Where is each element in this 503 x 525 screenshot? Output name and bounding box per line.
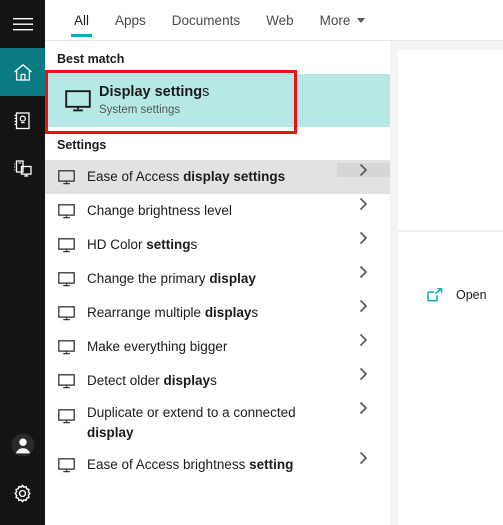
list-item[interactable]: Detect older displays <box>45 364 390 398</box>
list-item-label: HD Color settings <box>87 236 337 254</box>
hamburger-icon <box>12 17 33 32</box>
best-match-title-bold: Display setting <box>99 84 203 100</box>
tab-apps-label: Apps <box>115 12 146 28</box>
best-match-title-rest: s <box>202 84 210 100</box>
search-flyout: All Apps Documents Web More Best match D… <box>0 0 503 525</box>
list-item-label: Ease of Access brightness setting <box>87 456 337 474</box>
tab-all[interactable]: All <box>61 0 102 40</box>
best-match-header: Best match <box>57 52 125 66</box>
tab-web[interactable]: Web <box>253 0 307 40</box>
label-prefix: Change brightness level <box>87 203 232 218</box>
list-item[interactable]: Ease of Access display settings <box>45 160 390 194</box>
tab-more-label: More <box>319 12 351 28</box>
search-filter-tabs: All Apps Documents Web More <box>45 0 503 41</box>
tab-documents-label: Documents <box>171 12 241 28</box>
settings-section-header: Settings <box>57 138 107 152</box>
chevron-right-icon[interactable] <box>337 163 390 177</box>
chevron-right-icon[interactable] <box>337 451 390 465</box>
chevron-down-icon <box>357 17 366 23</box>
list-item-label: Change the primary display <box>87 270 337 288</box>
sidebar-item-notebook[interactable] <box>0 96 45 144</box>
tab-apps[interactable]: Apps <box>102 0 159 40</box>
settings-results-list: Ease of Access display settings Change b… <box>45 160 390 482</box>
best-match-text: Display settings System settings <box>99 83 209 118</box>
label-bold: display <box>209 271 256 286</box>
external-link-icon <box>427 288 443 302</box>
sidebar-item-settings[interactable] <box>0 469 45 517</box>
monitor-icon <box>45 169 87 185</box>
devices-icon <box>12 158 34 179</box>
list-item-label: Detect older displays <box>87 372 337 390</box>
monitor-icon <box>57 89 99 112</box>
account-avatar-icon <box>10 432 36 458</box>
label-bold: setting <box>249 457 294 472</box>
preview-card-actions: Open <box>398 231 503 525</box>
preview-card-top <box>398 50 503 230</box>
list-item-label: Ease of Access display settings <box>87 168 337 186</box>
label-prefix: Change the primary <box>87 271 210 286</box>
list-item[interactable]: Change the primary display <box>45 262 390 296</box>
chevron-right-icon[interactable] <box>337 333 390 347</box>
tab-more[interactable]: More <box>307 0 379 40</box>
preview-panel: Open <box>390 41 503 525</box>
chevron-right-icon[interactable] <box>337 299 390 313</box>
home-icon <box>12 62 34 83</box>
best-match-item-display-settings[interactable]: Display settings System settings <box>45 74 390 127</box>
sidebar-item-hamburger-menu[interactable] <box>0 0 45 48</box>
monitor-icon <box>45 203 87 219</box>
list-item-label: Make everything bigger <box>87 338 337 356</box>
list-item[interactable]: Rearrange multiple displays <box>45 296 390 330</box>
open-action[interactable]: Open <box>398 280 503 310</box>
monitor-icon <box>45 457 87 473</box>
best-match-subtitle: System settings <box>99 104 181 116</box>
label-prefix: Duplicate or extend to a connected <box>87 405 296 420</box>
tab-all-label: All <box>74 12 90 28</box>
chevron-right-icon[interactable] <box>337 231 390 245</box>
list-item[interactable]: Ease of Access brightness setting <box>45 448 390 482</box>
sidebar-item-account[interactable] <box>0 421 45 469</box>
tab-web-label: Web <box>266 12 294 28</box>
chevron-right-icon[interactable] <box>337 265 390 279</box>
sidebar-item-home[interactable] <box>0 48 45 96</box>
chevron-right-icon[interactable] <box>337 401 390 415</box>
sidebar-item-devices[interactable] <box>0 144 45 192</box>
label-bold: display <box>87 425 134 440</box>
monitor-icon <box>45 409 87 424</box>
open-action-label: Open <box>456 288 487 302</box>
left-sidebar <box>0 0 45 525</box>
monitor-icon <box>45 339 87 355</box>
label-prefix: Rearrange multiple <box>87 305 205 320</box>
label-suffix: s <box>251 305 259 320</box>
label-bold: display <box>204 305 252 320</box>
label-prefix: Detect older <box>87 373 164 388</box>
label-suffix: s <box>190 237 198 252</box>
list-item-label: Change brightness level <box>87 202 337 220</box>
list-item-label: Duplicate or extend to a connected displ… <box>87 403 337 443</box>
best-match-title: Display settings <box>99 83 209 101</box>
monitor-icon <box>45 271 87 287</box>
label-bold: display <box>163 373 211 388</box>
notebook-icon <box>12 110 33 131</box>
label-prefix: Ease of Access brightness <box>87 457 250 472</box>
monitor-icon <box>45 305 87 321</box>
label-prefix: Ease of Access <box>87 169 184 184</box>
chevron-right-icon[interactable] <box>337 367 390 381</box>
list-item-label: Rearrange multiple displays <box>87 304 337 322</box>
tab-documents[interactable]: Documents <box>159 0 253 40</box>
list-item[interactable]: Duplicate or extend to a connected displ… <box>45 398 390 448</box>
monitor-icon <box>45 373 87 389</box>
gear-icon <box>12 483 33 504</box>
list-item[interactable]: Make everything bigger <box>45 330 390 364</box>
chevron-right-icon[interactable] <box>337 197 390 211</box>
results-column: Best match Display settings System setti… <box>45 41 390 525</box>
label-bold: display settings <box>183 169 286 184</box>
label-prefix: Make everything bigger <box>87 339 228 354</box>
label-suffix: s <box>210 373 217 388</box>
monitor-icon <box>45 237 87 253</box>
label-prefix: HD Color <box>87 237 147 252</box>
label-bold: setting <box>146 237 191 252</box>
list-item[interactable]: HD Color settings <box>45 228 390 262</box>
list-item[interactable]: Change brightness level <box>45 194 390 228</box>
